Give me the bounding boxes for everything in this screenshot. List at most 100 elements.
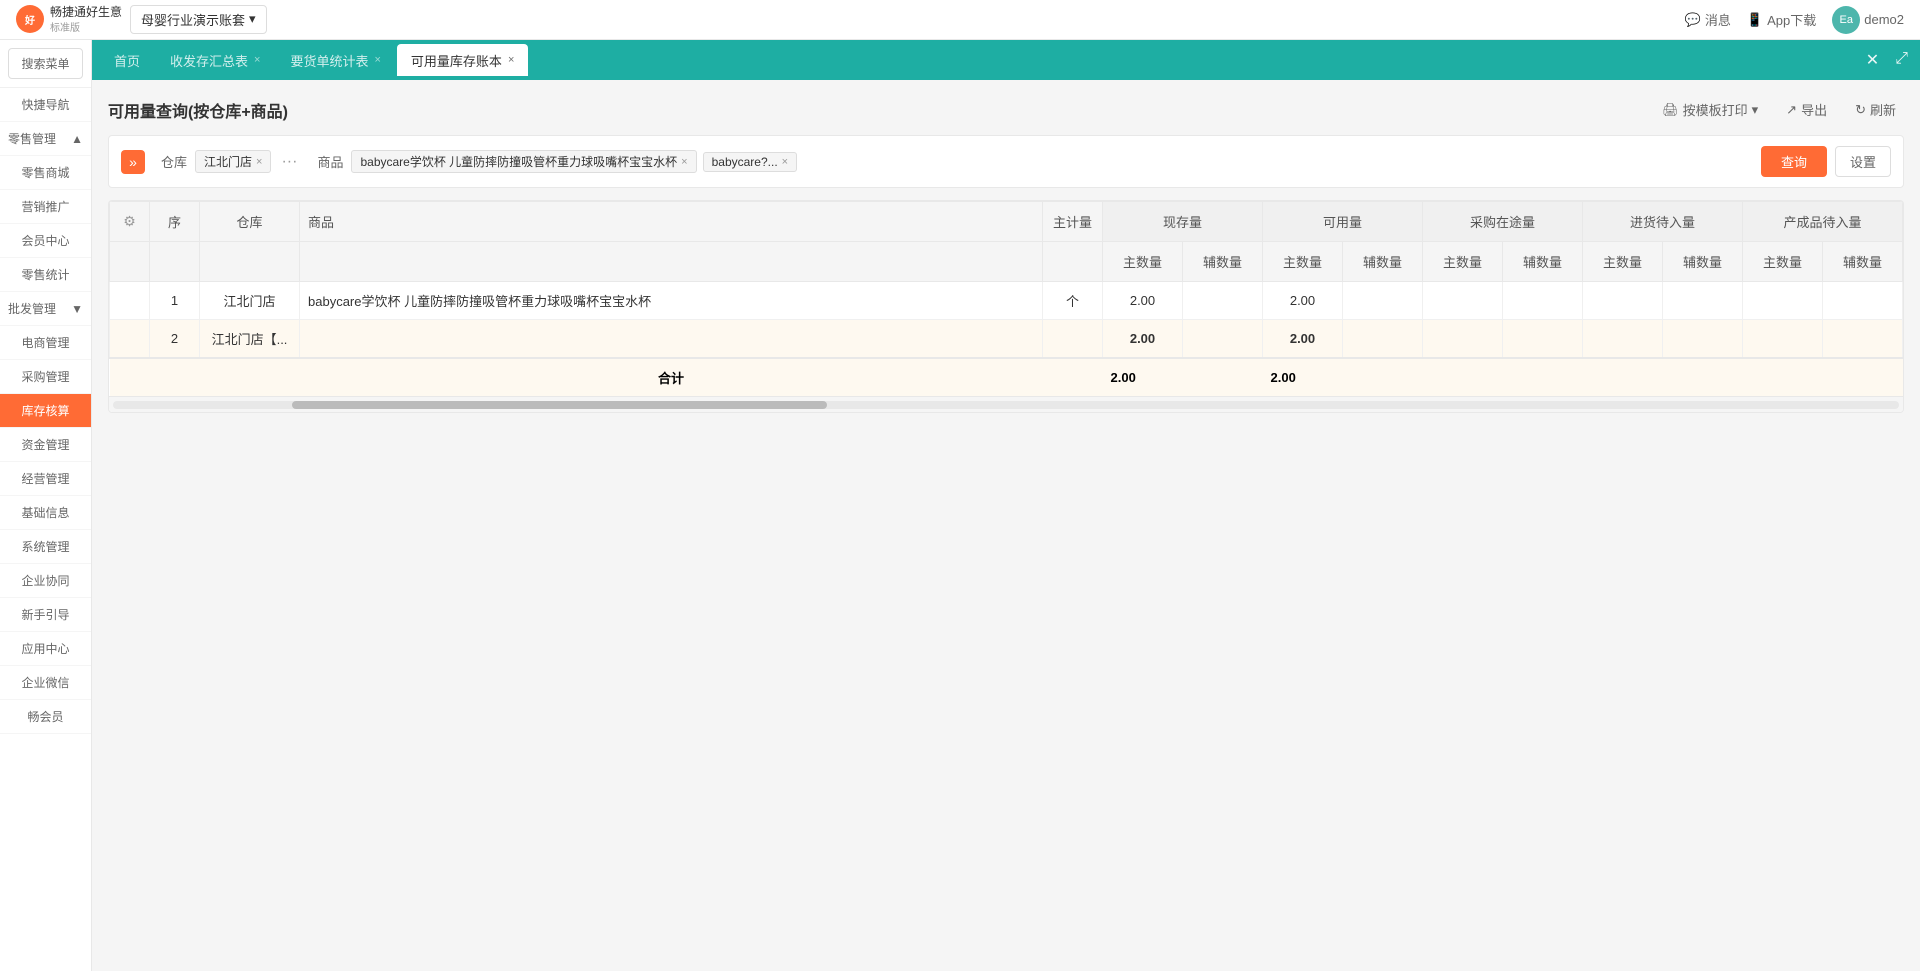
logo-text: 畅捷通好生意 [50, 5, 122, 19]
industry-selector[interactable]: 母婴行业演示账套 ▾ [130, 5, 267, 34]
print-icon: 🖨 [1662, 102, 1679, 118]
export-icon: ↗ [1786, 102, 1797, 118]
logo-sub: 标准版 [50, 19, 122, 34]
th-pt-main: 主数量 [1423, 242, 1503, 282]
footer-available-main: 2.00 [1263, 358, 1343, 396]
td-row1-available-aux [1343, 282, 1423, 320]
tab-maximize-icon[interactable]: ⤢ [1891, 46, 1912, 74]
tab-order-stats[interactable]: 要货单统计表 × [276, 44, 394, 76]
th-settings: ⚙ [110, 202, 150, 242]
username-label: demo2 [1864, 12, 1904, 27]
th-sub-empty4 [300, 242, 1043, 282]
warehouse-tag-close[interactable]: × [256, 156, 262, 168]
td-row1-pt-main [1423, 282, 1503, 320]
logo-text-block: 畅捷通好生意 标准版 [50, 5, 122, 34]
scroll-thumb[interactable] [292, 401, 828, 409]
template-print-btn[interactable]: 🖨 按模板打印 ▾ [1654, 96, 1766, 123]
app-download-action[interactable]: 📱 App下载 [1747, 10, 1816, 29]
td-row1-unit: 个 [1043, 282, 1103, 320]
sidebar-item-app-center[interactable]: 应用中心 [0, 632, 91, 666]
query-button[interactable]: 查询 [1761, 146, 1827, 177]
tab-receivable-close[interactable]: × [254, 54, 260, 66]
tab-close-all-icon[interactable]: ✕ [1862, 46, 1883, 74]
td-row1-available-main: 2.00 [1263, 282, 1343, 320]
sidebar-item-retail-mall[interactable]: 零售商城 [0, 156, 91, 190]
footer-label: 合计 [300, 358, 1043, 396]
product-tag-1-close[interactable]: × [681, 156, 687, 168]
filter-warehouse-group: 仓库 江北门店 × ··· [161, 150, 301, 173]
product-filter-label: 商品 [317, 152, 343, 171]
sidebar-item-retail-mgmt[interactable]: 零售管理 ▲ [0, 122, 91, 156]
th-prod-aux: 辅数量 [1823, 242, 1903, 282]
sidebar-item-wholesale[interactable]: 批发管理 ▼ [0, 292, 91, 326]
sidebar-item-sys-mgmt[interactable]: 系统管理 [0, 530, 91, 564]
footer-empty2 [150, 358, 200, 396]
tab-available-stock[interactable]: 可用量库存账本 × [397, 44, 528, 76]
td-row1-prod-aux [1823, 282, 1903, 320]
message-action[interactable]: 💬 消息 [1685, 10, 1731, 29]
page-header-actions: 🖨 按模板打印 ▾ ↗ 导出 ↻ 刷新 [1654, 96, 1904, 123]
sidebar-item-new-guide[interactable]: 新手引导 [0, 598, 91, 632]
sidebar-item-ecommerce[interactable]: 电商管理 [0, 326, 91, 360]
th-product: 商品 [300, 202, 1043, 242]
td-row1-pt-aux [1503, 282, 1583, 320]
tab-receivable[interactable]: 收发存汇总表 × [156, 44, 274, 76]
footer-pt-aux [1503, 358, 1583, 396]
th-available: 可用量 [1263, 202, 1423, 242]
sidebar-item-quick-nav[interactable]: 快捷导航 [0, 88, 91, 122]
filter-actions: 查询 设置 [1761, 146, 1891, 177]
sidebar-item-finance[interactable]: 资金管理 [0, 428, 91, 462]
td-row2-pt-aux [1503, 320, 1583, 359]
user-profile[interactable]: Ea demo2 [1832, 6, 1904, 34]
td-row1-no: 1 [150, 282, 200, 320]
product-tag-2-text: babycare?... [712, 155, 778, 169]
template-print-label: 按模板打印 [1683, 100, 1748, 119]
sidebar-item-basic-info[interactable]: 基础信息 [0, 496, 91, 530]
gear-icon[interactable]: ⚙ [123, 213, 136, 229]
td-row1-prod-main [1743, 282, 1823, 320]
footer-pt-main [1423, 358, 1503, 396]
tab-available-stock-close[interactable]: × [508, 54, 514, 66]
content-area: 首页 收发存汇总表 × 要货单统计表 × 可用量库存账本 × ✕ ⤢ [92, 40, 1920, 971]
sidebar-item-operations[interactable]: 经营管理 [0, 462, 91, 496]
avatar: Ea [1832, 6, 1860, 34]
table-footer: 合计 2.00 2.00 [110, 358, 1903, 396]
top-bar-left: 好 畅捷通好生意 标准版 母婴行业演示账套 ▾ [16, 5, 267, 34]
tab-home[interactable]: 首页 [100, 44, 154, 76]
td-row2-prod-main [1743, 320, 1823, 359]
sidebar-item-enterprise-coop[interactable]: 企业协同 [0, 564, 91, 598]
sidebar-item-member-center[interactable]: 会员中心 [0, 224, 91, 258]
sidebar-search[interactable]: 搜索菜单 [0, 40, 91, 88]
th-available-main: 主数量 [1263, 242, 1343, 282]
warehouse-filter-more[interactable]: ··· [277, 153, 301, 171]
td-row2-current-main: 2.00 [1103, 320, 1183, 359]
warehouse-tag[interactable]: 江北门店 × [195, 150, 271, 173]
sidebar-item-retail-stats[interactable]: 零售统计 [0, 258, 91, 292]
refresh-btn[interactable]: ↻ 刷新 [1847, 96, 1904, 123]
tab-order-stats-close[interactable]: × [374, 54, 380, 66]
product-tag-1[interactable]: babycare学饮杯 儿童防摔防撞吸管杯重力球吸嘴杯宝宝水杯 × [351, 150, 696, 173]
th-current-main: 主数量 [1103, 242, 1183, 282]
product-tag-2-close[interactable]: × [782, 156, 788, 168]
settings-button[interactable]: 设置 [1835, 146, 1891, 177]
retail-mgmt-label: 零售管理 [8, 130, 56, 147]
export-btn[interactable]: ↗ 导出 [1778, 96, 1835, 123]
sidebar-item-enterprise-wechat[interactable]: 企业微信 [0, 666, 91, 700]
sidebar-item-purchase[interactable]: 采购管理 [0, 360, 91, 394]
td-row2-product [300, 320, 1043, 359]
warehouse-filter-tags: 江北门店 × ··· [195, 150, 301, 173]
sidebar: 搜索菜单 快捷导航 零售管理 ▲ 零售商城 营销推广 会员中心 零售统计 批发管… [0, 40, 92, 971]
sidebar-item-inventory-check[interactable]: 库存核算 [0, 394, 91, 428]
phone-icon: 📱 [1747, 12, 1763, 28]
tab-bar: 首页 收发存汇总表 × 要货单统计表 × 可用量库存账本 × ✕ ⤢ [92, 40, 1920, 80]
product-tag-2[interactable]: babycare?... × [703, 152, 797, 172]
horizontal-scrollbar[interactable] [109, 396, 1903, 412]
sidebar-item-member[interactable]: 畅会员 [0, 700, 91, 734]
search-menu-button[interactable]: 搜索菜单 [8, 48, 83, 79]
page-header: 可用量查询(按仓库+商品) 🖨 按模板打印 ▾ ↗ 导出 ↻ 刷新 [108, 96, 1904, 123]
footer-pp-main [1583, 358, 1663, 396]
filter-expand-btn[interactable]: » [121, 150, 145, 174]
sidebar-item-marketing[interactable]: 营销推广 [0, 190, 91, 224]
td-row2-prod-aux [1823, 320, 1903, 359]
footer-current-aux [1183, 358, 1263, 396]
